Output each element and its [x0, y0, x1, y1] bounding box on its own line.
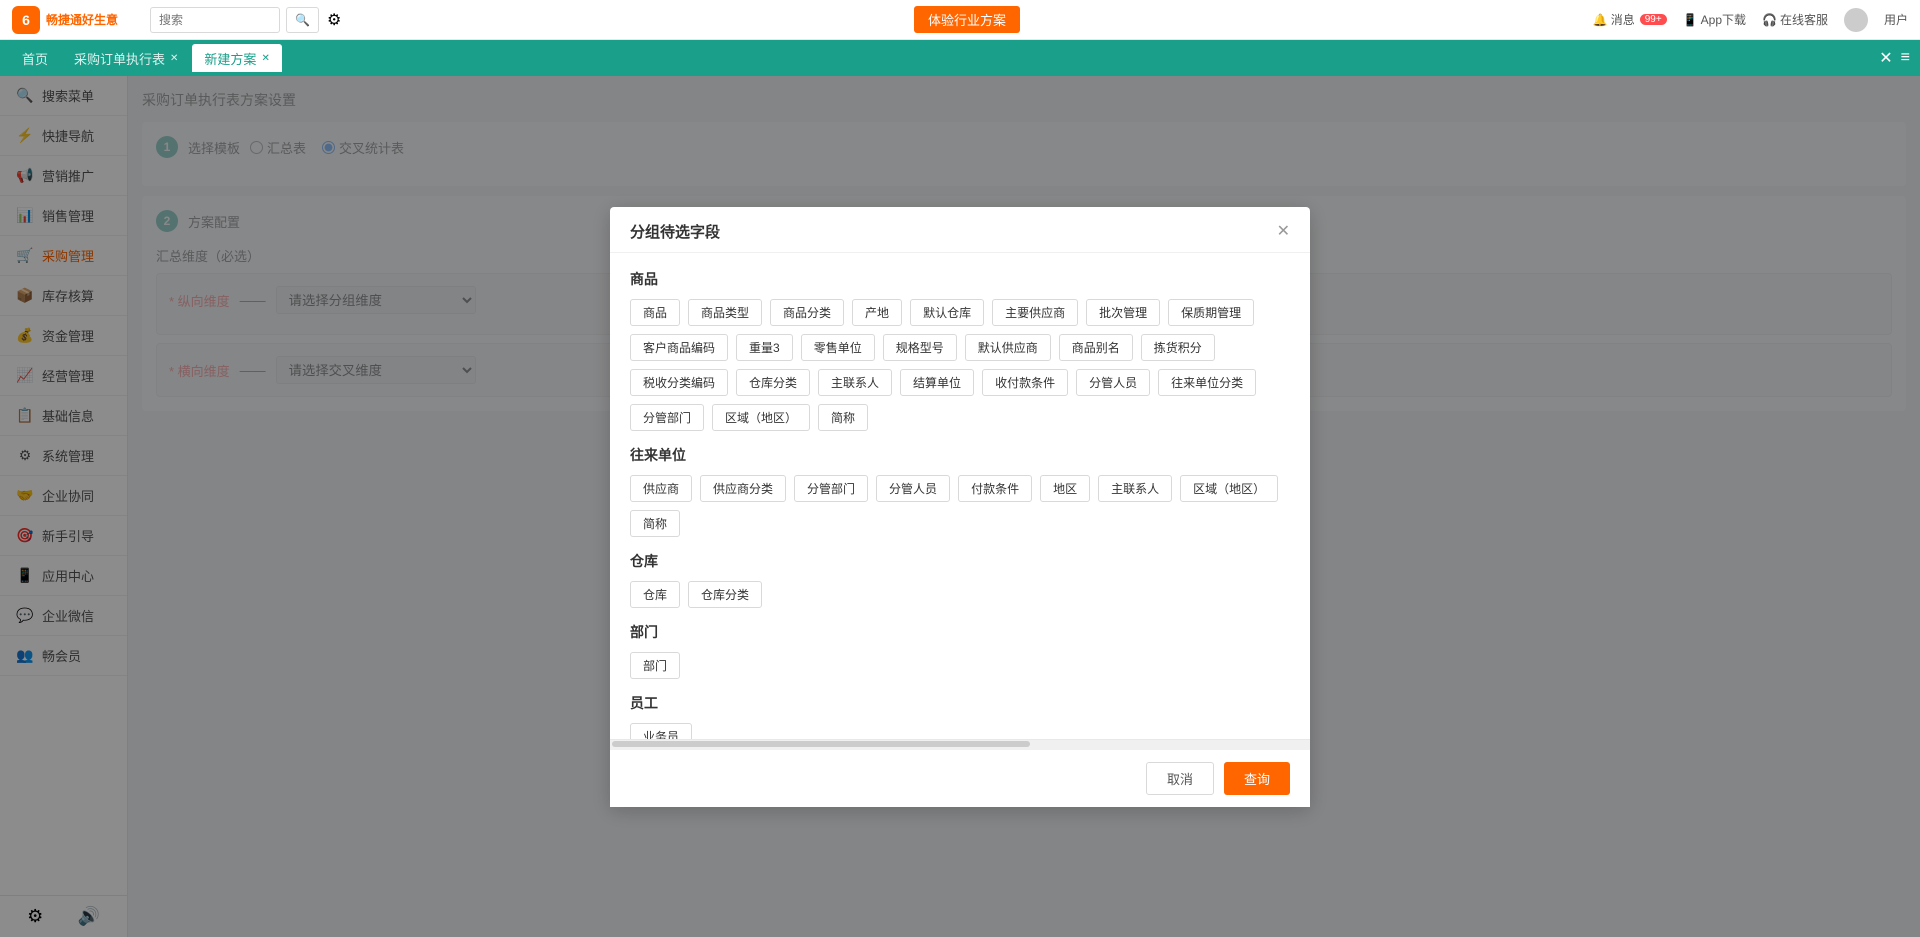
warehouse-fields: 仓库 仓库分类 — [630, 581, 1290, 608]
field-supervisor[interactable]: 分管人员 — [1076, 369, 1150, 396]
message-label: 消息 — [1611, 11, 1635, 28]
modal-cancel-button[interactable]: 取消 — [1146, 762, 1214, 795]
field-short-name[interactable]: 简称 — [818, 404, 868, 431]
field-product-alias[interactable]: 商品别名 — [1059, 334, 1133, 361]
field-product-category[interactable]: 商品分类 — [770, 299, 844, 326]
user-avatar[interactable] — [1844, 8, 1868, 32]
field-mgmt-dept[interactable]: 分管部门 — [794, 475, 868, 502]
field-payment-condition[interactable]: 付款条件 — [958, 475, 1032, 502]
scrollbar-thumb — [612, 741, 1030, 747]
logo-area: 6 畅捷通好生意 — [12, 6, 140, 34]
header-right: 🔔 消息 99+ 📱 App下载 🎧 在线客服 用户 — [1593, 8, 1908, 32]
download-icon: 📱 — [1683, 13, 1698, 27]
field-counterpart-category[interactable]: 往来单位分类 — [1158, 369, 1256, 396]
tab-purchase-label: 采购订单执行表 — [74, 49, 165, 68]
search-button[interactable]: 🔍 — [286, 7, 319, 33]
modal-body: 商品 商品 商品类型 商品分类 产地 默认仓库 主要供应商 批次管理 保质期管理… — [610, 253, 1310, 739]
search-input[interactable] — [150, 7, 280, 33]
field-salesperson[interactable]: 业务员 — [630, 723, 692, 739]
field-region[interactable]: 区域（地区） — [712, 404, 810, 431]
modal-footer: 取消 查询 — [610, 749, 1310, 807]
field-supplier-category[interactable]: 供应商分类 — [700, 475, 786, 502]
counterpart-fields: 供应商 供应商分类 分管部门 分管人员 付款条件 地区 主联系人 区域（地区） … — [630, 475, 1290, 537]
group-title-staff: 员工 — [630, 693, 1290, 713]
logo-icon: 6 — [12, 6, 40, 34]
group-title-warehouse: 仓库 — [630, 551, 1290, 571]
app-download-item[interactable]: 📱 App下载 — [1683, 11, 1746, 28]
field-customer-code[interactable]: 客户商品编码 — [630, 334, 728, 361]
bell-icon: 🔔 — [1593, 13, 1608, 27]
field-default-supplier[interactable]: 默认供应商 — [965, 334, 1051, 361]
tab-new-plan-label: 新建方案 — [204, 49, 256, 68]
field-settlement-unit[interactable]: 结算单位 — [900, 369, 974, 396]
field-abbr[interactable]: 简称 — [630, 510, 680, 537]
field-weight[interactable]: 重量3 — [736, 334, 793, 361]
field-contact[interactable]: 主联系人 — [1098, 475, 1172, 502]
field-retail-unit[interactable]: 零售单位 — [801, 334, 875, 361]
user-name: 用户 — [1884, 11, 1908, 28]
app-download-label: App下载 — [1701, 11, 1746, 28]
product-fields: 商品 商品类型 商品分类 产地 默认仓库 主要供应商 批次管理 保质期管理 客户… — [630, 299, 1290, 431]
field-main-supplier[interactable]: 主要供应商 — [992, 299, 1078, 326]
tab-purchase-order[interactable]: 采购订单执行表 ✕ — [62, 44, 190, 72]
field-payment-terms[interactable]: 收付款条件 — [982, 369, 1068, 396]
group-title-dept: 部门 — [630, 622, 1290, 642]
modal-horizontal-scrollbar[interactable] — [610, 739, 1310, 749]
tab-purchase-close[interactable]: ✕ — [170, 53, 178, 64]
field-dept[interactable]: 分管部门 — [630, 404, 704, 431]
field-tax-code[interactable]: 税收分类编码 — [630, 369, 728, 396]
online-service-item[interactable]: 🎧 在线客服 — [1762, 11, 1828, 28]
field-area[interactable]: 地区 — [1040, 475, 1090, 502]
tab-new-plan-close[interactable]: ✕ — [261, 53, 269, 64]
field-main-contact[interactable]: 主联系人 — [818, 369, 892, 396]
top-header: 6 畅捷通好生意 🔍 ⚙ 体验行业方案 🔔 消息 99+ 📱 App下载 🎧 在… — [0, 0, 1920, 40]
field-warehouse-category[interactable]: 仓库分类 — [736, 369, 810, 396]
field-origin[interactable]: 产地 — [852, 299, 902, 326]
field-pick-points[interactable]: 拣货积分 — [1141, 334, 1215, 361]
field-warehouse[interactable]: 仓库 — [630, 581, 680, 608]
headset-icon: 🎧 — [1762, 13, 1777, 27]
modal-title: 分组待选字段 — [630, 221, 720, 242]
group-title-counterpart: 往来单位 — [630, 445, 1290, 465]
field-product-type[interactable]: 商品类型 — [688, 299, 762, 326]
modal-confirm-button[interactable]: 查询 — [1224, 762, 1290, 795]
field-mgmt-person[interactable]: 分管人员 — [876, 475, 950, 502]
header-search-area: 🔍 — [150, 7, 319, 33]
field-select-modal: 分组待选字段 ✕ 商品 商品 商品类型 商品分类 产地 默认仓库 主要供应商 批… — [610, 207, 1310, 807]
modal-close-button[interactable]: ✕ — [1277, 221, 1290, 241]
group-title-product: 商品 — [630, 269, 1290, 289]
tab-menu[interactable]: ≡ — [1901, 49, 1910, 67]
online-service-label: 在线客服 — [1780, 11, 1828, 28]
field-batch-mgmt[interactable]: 批次管理 — [1086, 299, 1160, 326]
dept-fields: 部门 — [630, 652, 1290, 679]
field-shelf-life[interactable]: 保质期管理 — [1168, 299, 1254, 326]
tab-close-all[interactable]: ✕ — [1879, 48, 1892, 68]
field-default-warehouse[interactable]: 默认仓库 — [910, 299, 984, 326]
tab-new-plan[interactable]: 新建方案 ✕ — [192, 44, 281, 72]
field-region2[interactable]: 区域（地区） — [1180, 475, 1278, 502]
message-badge: 99+ — [1640, 14, 1667, 25]
staff-fields: 业务员 — [630, 723, 1290, 739]
field-supplier[interactable]: 供应商 — [630, 475, 692, 502]
field-product[interactable]: 商品 — [630, 299, 680, 326]
experience-button[interactable]: 体验行业方案 — [914, 6, 1020, 33]
field-department[interactable]: 部门 — [630, 652, 680, 679]
logo-text: 畅捷通好生意 — [46, 11, 118, 28]
modal-overlay: 分组待选字段 ✕ 商品 商品 商品类型 商品分类 产地 默认仓库 主要供应商 批… — [0, 76, 1920, 937]
modal-header: 分组待选字段 ✕ — [610, 207, 1310, 253]
tab-home[interactable]: 首页 — [10, 44, 60, 72]
settings-button[interactable]: ⚙ — [327, 10, 341, 30]
header-center: 体验行业方案 — [341, 6, 1592, 33]
field-warehouse-cat[interactable]: 仓库分类 — [688, 581, 762, 608]
tab-home-label: 首页 — [22, 49, 48, 68]
field-spec-model[interactable]: 规格型号 — [883, 334, 957, 361]
message-item[interactable]: 🔔 消息 99+ — [1593, 11, 1667, 28]
tab-bar: 首页 采购订单执行表 ✕ 新建方案 ✕ ✕ ≡ — [0, 40, 1920, 76]
